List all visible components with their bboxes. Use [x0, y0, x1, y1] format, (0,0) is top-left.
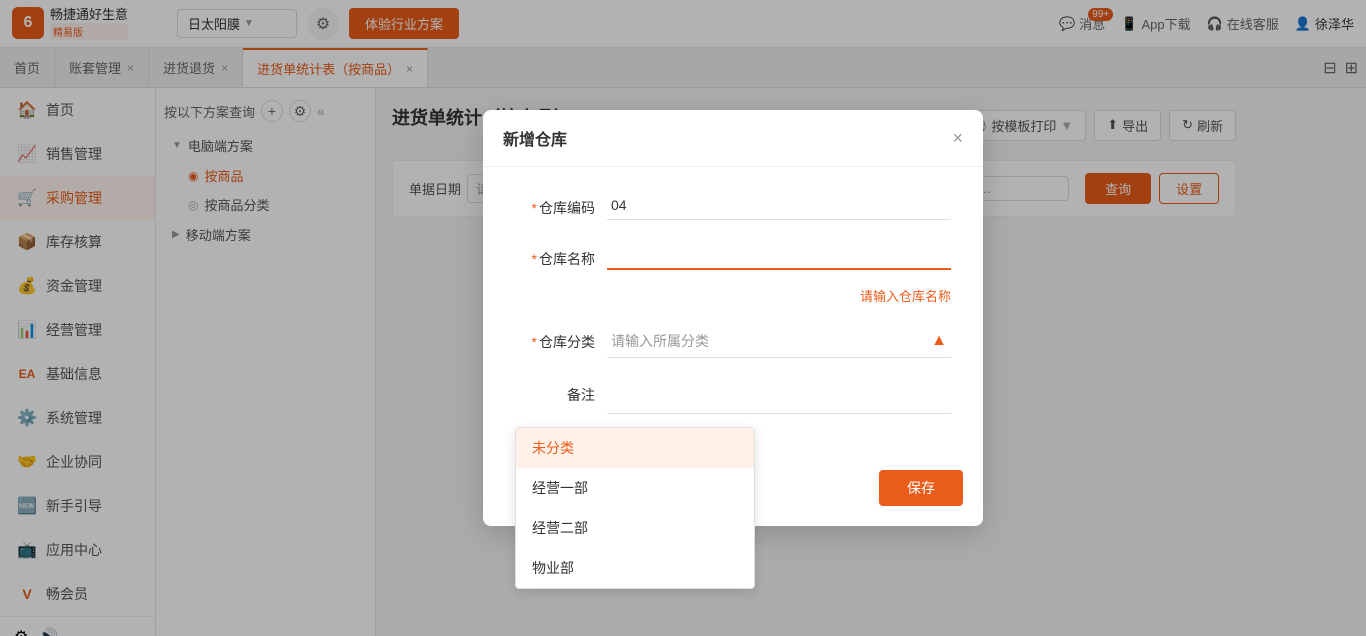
- new-warehouse-dialog: 新增仓库 × *仓库编码 *仓库名称 请输入仓库名称: [483, 110, 983, 526]
- name-input[interactable]: [607, 240, 951, 270]
- dropdown-option-2[interactable]: 经营二部: [516, 508, 754, 548]
- dialog-title: 新增仓库: [503, 126, 567, 150]
- note-row: 备注: [515, 378, 951, 414]
- name-row: *仓库名称 请输入仓库名称: [515, 240, 951, 305]
- dropdown-option-0[interactable]: 未分类: [516, 428, 754, 468]
- required-star: *: [532, 200, 537, 216]
- name-label: *仓库名称: [515, 242, 595, 269]
- code-row: *仓库编码: [515, 191, 951, 220]
- dropdown-option-1[interactable]: 经营一部: [516, 468, 754, 508]
- dropdown-option-3[interactable]: 物业部: [516, 548, 754, 588]
- cat-required-star: *: [532, 334, 537, 350]
- name-error-msg: 请输入仓库名称: [766, 286, 951, 305]
- category-row: *仓库分类 请输入所属分类 ▲: [515, 325, 951, 358]
- category-dropdown-list: 未分类 经营一部 经营二部 物业部: [515, 427, 755, 589]
- category-dropdown-trigger[interactable]: 请输入所属分类 ▲: [607, 325, 951, 358]
- dialog-header: 新增仓库 ×: [483, 110, 983, 167]
- code-input[interactable]: [607, 191, 951, 220]
- name-required-star: *: [532, 251, 537, 267]
- save-button[interactable]: 保存: [879, 470, 963, 506]
- dialog-close-button[interactable]: ×: [952, 128, 963, 149]
- dialog-body: *仓库编码 *仓库名称 请输入仓库名称 *仓库分类: [483, 167, 983, 458]
- note-label: 备注: [515, 378, 595, 405]
- note-input[interactable]: [607, 378, 951, 414]
- code-label: *仓库编码: [515, 191, 595, 218]
- category-label: *仓库分类: [515, 325, 595, 352]
- category-placeholder: 请输入所属分类: [611, 331, 709, 351]
- category-chevron-up-icon: ▲: [931, 332, 947, 350]
